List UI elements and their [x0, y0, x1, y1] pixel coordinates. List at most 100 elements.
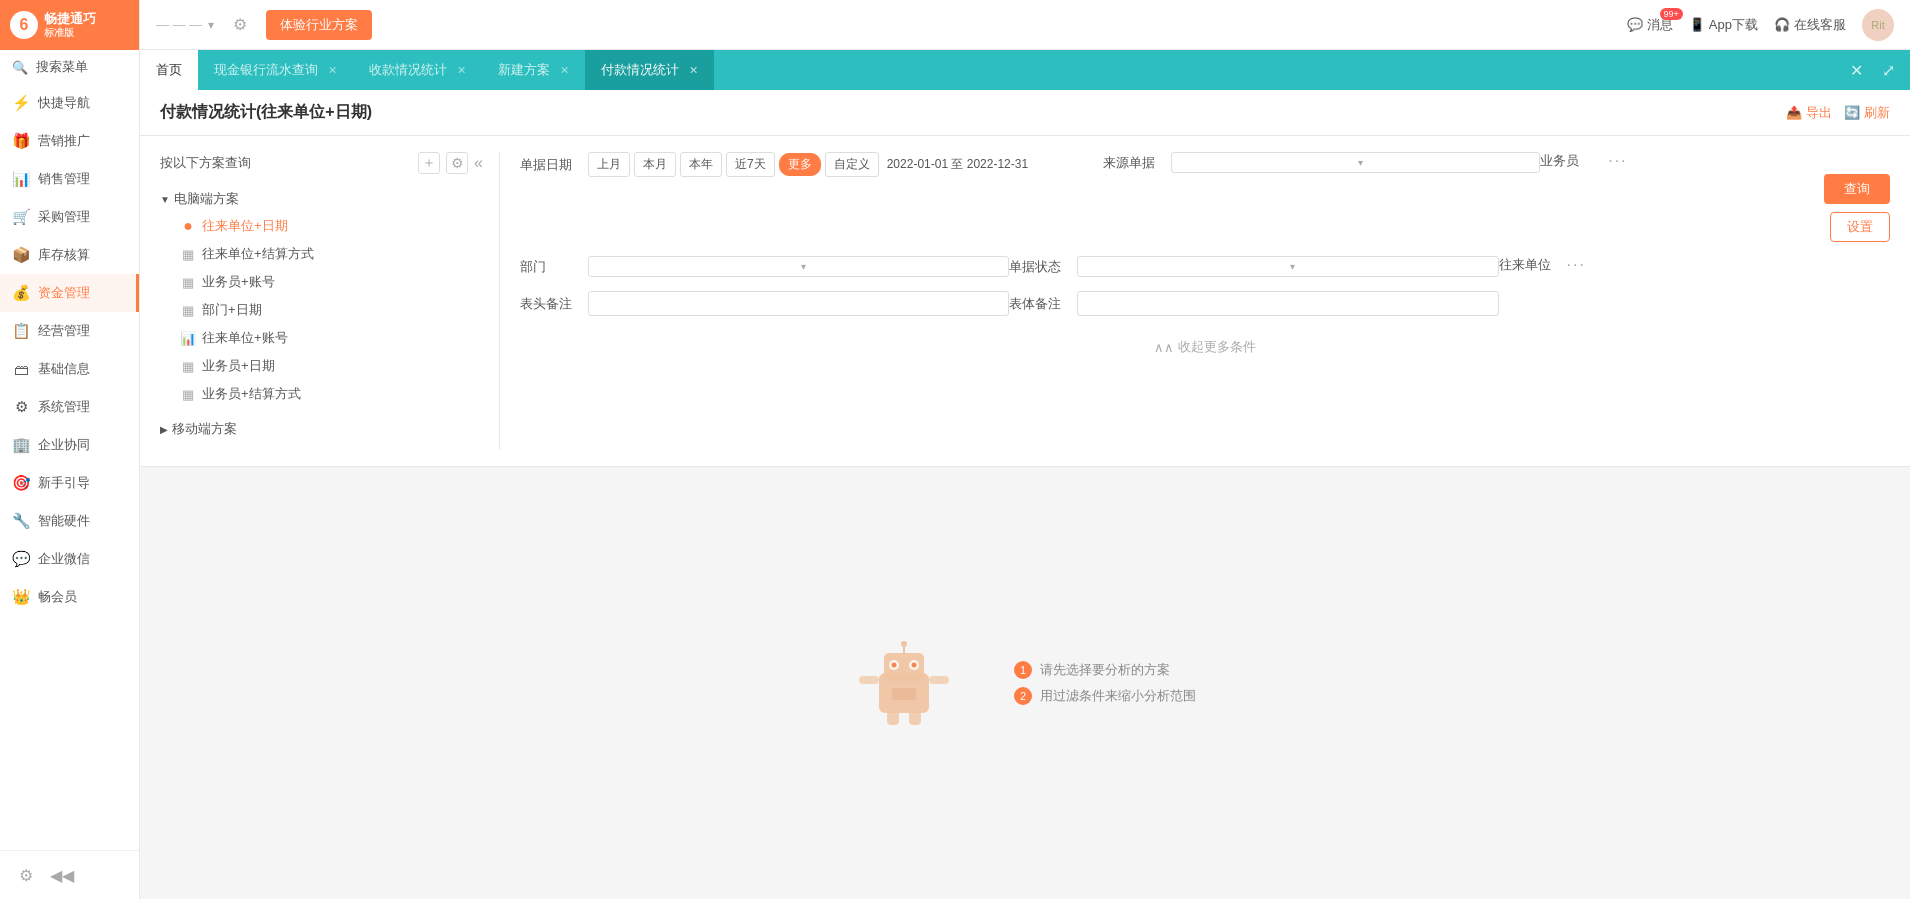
- field-staff: 业务员 ··· 查询 设置: [1540, 152, 1890, 242]
- scheme-item-staff-settle[interactable]: ▦ 业务员+结算方式: [160, 380, 483, 408]
- sidebar-item-label: 新手引导: [38, 474, 90, 492]
- sidebar-item-marketing[interactable]: 🎁 营销推广: [0, 122, 139, 160]
- sidebar-item-sales[interactable]: 📊 销售管理: [0, 160, 139, 198]
- mobile-group-title[interactable]: ▶ 移动端方案: [160, 416, 483, 442]
- tab-expand-btn[interactable]: ⤢: [1874, 56, 1902, 84]
- sidebar: 6 畅捷通巧 标准版 🔍 搜索菜单 ⚡ 快捷导航 🎁 营销推广 📊 销售管理 🛒…: [0, 0, 140, 899]
- tab-payment-stats[interactable]: 付款情况统计 ✕: [585, 50, 714, 90]
- sidebar-item-member[interactable]: 👑 畅会员: [0, 578, 139, 616]
- topbar-settings-btn[interactable]: ⚙: [226, 11, 254, 39]
- source-bill-select[interactable]: ▾: [1171, 152, 1540, 173]
- filter-row-1: 单据日期 上月 本月 本年 近7天 更多 自定义 2022-01-01 至 20…: [520, 152, 1890, 242]
- scheme-item-dept-date[interactable]: ▦ 部门+日期: [160, 296, 483, 324]
- topbar-app-btn[interactable]: 📱 App下载: [1689, 16, 1758, 34]
- bill-status-select[interactable]: ▾: [1077, 256, 1498, 277]
- scheme-item-unit-settle[interactable]: ▦ 往来单位+结算方式: [160, 240, 483, 268]
- sidebar-item-operations[interactable]: 📋 经营管理: [0, 312, 139, 350]
- hardware-icon: 🔧: [12, 512, 30, 530]
- user-avatar[interactable]: Rit: [1862, 9, 1894, 41]
- mobile-group-label: 移动端方案: [172, 420, 237, 438]
- scheme-icon-7: ▦: [180, 386, 196, 402]
- sidebar-item-quick-nav[interactable]: ⚡ 快捷导航: [0, 84, 139, 122]
- sidebar-item-label: 采购管理: [38, 208, 90, 226]
- add-scheme-btn[interactable]: ＋: [418, 152, 440, 174]
- dept-select[interactable]: ▾: [588, 256, 1009, 277]
- sidebar-item-inventory[interactable]: 📦 库存核算: [0, 236, 139, 274]
- header-note-input[interactable]: [588, 291, 1009, 316]
- date-btn-last-month[interactable]: 上月: [588, 152, 630, 177]
- settings-bottom-btn[interactable]: ⚙: [12, 861, 40, 889]
- date-btn-custom[interactable]: 自定义: [825, 152, 879, 177]
- date-btn-this-month[interactable]: 本月: [634, 152, 676, 177]
- topbar-title: — — — ▾: [156, 17, 214, 32]
- tab-new-scheme-close[interactable]: ✕: [560, 64, 569, 77]
- body-note-input[interactable]: [1077, 291, 1498, 316]
- scheme-settings-btn[interactable]: ⚙: [446, 152, 468, 174]
- svg-rect-9: [929, 676, 949, 684]
- date-range-text: 2022-01-01 至 2022-12-31: [887, 156, 1028, 173]
- scheme-item-unit-date[interactable]: ● 往来单位+日期: [160, 212, 483, 240]
- tab-cash-flow[interactable]: 现金银行流水查询 ✕: [198, 50, 353, 90]
- refresh-btn[interactable]: 🔄 刷新: [1844, 104, 1890, 122]
- source-bill-arrow-icon: ▾: [1358, 157, 1532, 168]
- scheme-item-unit-account[interactable]: 📊 往来单位+账号: [160, 324, 483, 352]
- staff-label: 业务员: [1540, 152, 1600, 170]
- field-bill-status: 单据状态 ▾: [1009, 256, 1498, 277]
- tab-receipt-stats[interactable]: 收款情况统计 ✕: [353, 50, 482, 90]
- date-buttons: 上月 本月 本年 近7天 更多 自定义 2022-01-01 至 2022-12…: [588, 152, 1028, 177]
- sidebar-search[interactable]: 🔍 搜索菜单: [0, 50, 139, 84]
- company-icon: 🏢: [12, 436, 30, 454]
- marketing-icon: 🎁: [12, 132, 30, 150]
- settings-btn[interactable]: 设置: [1830, 212, 1890, 242]
- sidebar-item-guide[interactable]: 🎯 新手引导: [0, 464, 139, 502]
- sidebar-item-label: 销售管理: [38, 170, 90, 188]
- content-area: 付款情况统计(往来单位+日期) 📤 导出 🔄 刷新 按以下方案查询 ＋: [140, 90, 1910, 899]
- tab-home[interactable]: 首页: [140, 50, 198, 90]
- bill-date-label: 单据日期: [520, 156, 580, 174]
- date-btn-more[interactable]: 更多: [779, 153, 821, 176]
- guide-icon: 🎯: [12, 474, 30, 492]
- sidebar-item-hardware[interactable]: 🔧 智能硬件: [0, 502, 139, 540]
- date-btn-this-year[interactable]: 本年: [680, 152, 722, 177]
- sidebar-item-label: 库存核算: [38, 246, 90, 264]
- header-note-label: 表头备注: [520, 295, 580, 313]
- sidebar-item-funds[interactable]: 💰 资金管理: [0, 274, 139, 312]
- tab-new-scheme[interactable]: 新建方案 ✕: [482, 50, 585, 90]
- date-btn-7days[interactable]: 近7天: [726, 152, 775, 177]
- scheme-active-icon: ●: [180, 218, 196, 234]
- collapse-sidebar-btn[interactable]: ◀◀: [48, 861, 76, 889]
- topbar-msg-btn[interactable]: 💬 消息 99+: [1627, 16, 1673, 34]
- sidebar-item-system[interactable]: ⚙ 系统管理: [0, 388, 139, 426]
- staff-dots[interactable]: ···: [1608, 152, 1627, 170]
- sidebar-item-wechat[interactable]: 💬 企业微信: [0, 540, 139, 578]
- desktop-group-title[interactable]: ▼ 电脑端方案: [160, 186, 483, 212]
- collapse-more-btn[interactable]: ∧∧ 收起更多条件: [520, 330, 1890, 364]
- page-title: 付款情况统计(往来单位+日期): [160, 102, 372, 123]
- scheme-item-staff-date[interactable]: ▦ 业务员+日期: [160, 352, 483, 380]
- logo-title: 畅捷通巧: [44, 11, 96, 27]
- topbar-service-btn[interactable]: 🎧 在线客服: [1774, 16, 1846, 34]
- topbar: — — — ▾ ⚙ 体验行业方案 💬 消息 99+ 📱 App下载 🎧 在线客服…: [140, 0, 1910, 50]
- inventory-icon: 📦: [12, 246, 30, 264]
- trial-btn[interactable]: 体验行业方案: [266, 10, 372, 40]
- filter-scheme-header: 按以下方案查询 ＋ ⚙ «: [160, 152, 483, 174]
- tab-receipt-stats-close[interactable]: ✕: [457, 64, 466, 77]
- scheme-item-staff-account[interactable]: ▦ 业务员+账号: [160, 268, 483, 296]
- logo-text: 畅捷通巧 标准版: [44, 11, 96, 39]
- collapse-up-icon: ∧∧: [1154, 340, 1174, 355]
- export-btn[interactable]: 📤 导出: [1786, 104, 1832, 122]
- tab-payment-stats-close[interactable]: ✕: [689, 64, 698, 77]
- sidebar-item-company[interactable]: 🏢 企业协同: [0, 426, 139, 464]
- search-icon: 🔍: [12, 60, 28, 75]
- collapse-scheme-btn[interactable]: «: [474, 154, 483, 172]
- tab-close-all-btn[interactable]: ✕: [1842, 56, 1870, 84]
- tab-cash-flow-close[interactable]: ✕: [328, 64, 337, 77]
- logo-subtitle: 标准版: [44, 27, 96, 39]
- filter-panel: 按以下方案查询 ＋ ⚙ « ▼ 电脑端方案 ● 往来单位+日期: [140, 136, 1910, 467]
- query-btn[interactable]: 查询: [1824, 174, 1890, 204]
- sidebar-item-basics[interactable]: 🗃 基础信息: [0, 350, 139, 388]
- unit-dots[interactable]: ···: [1567, 256, 1586, 274]
- refresh-label: 刷新: [1864, 104, 1890, 122]
- sidebar-item-purchase[interactable]: 🛒 采购管理: [0, 198, 139, 236]
- page-header-actions: 📤 导出 🔄 刷新: [1786, 104, 1890, 122]
